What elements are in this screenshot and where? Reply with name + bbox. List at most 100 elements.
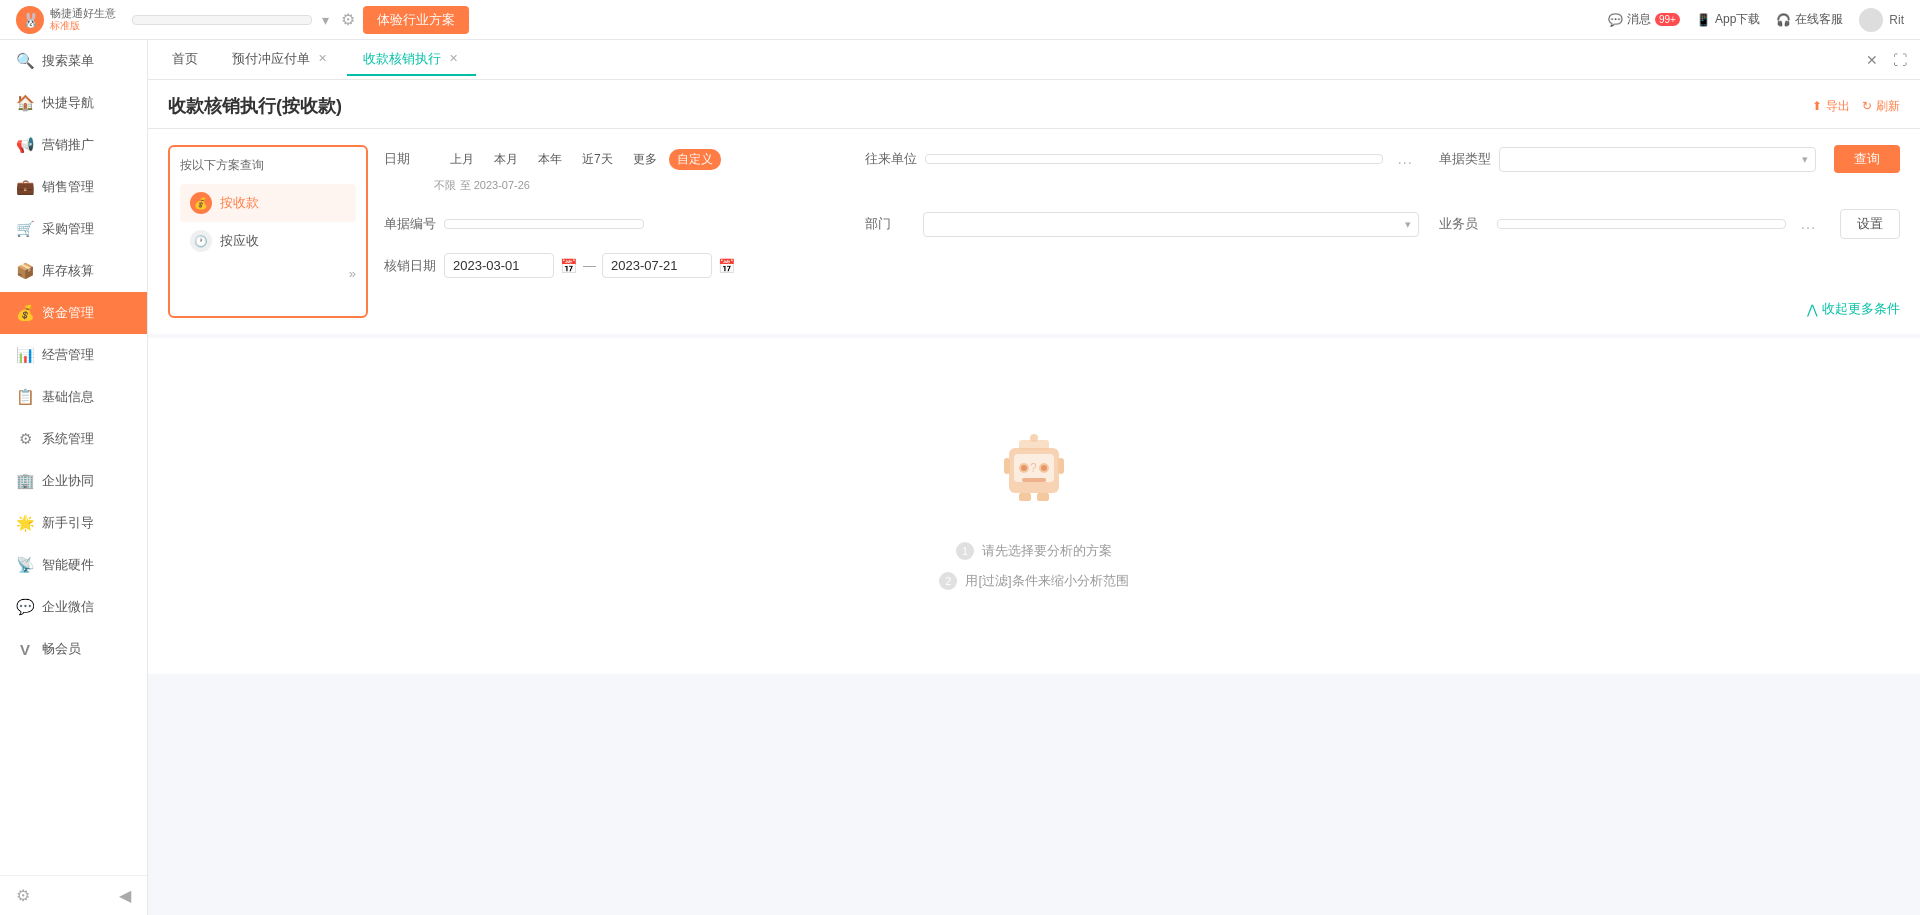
date-label: 日期 — [384, 150, 434, 168]
sidebar-item-quick-nav[interactable]: 🏠 快捷导航 — [0, 82, 147, 124]
filter-field-voucher-no: 单据编号 — [384, 215, 845, 233]
brand-name: 畅捷通好生意 标准版 — [50, 7, 116, 32]
tab-prepay-close-icon[interactable]: ✕ — [316, 51, 329, 66]
date-btn-last-month[interactable]: 上月 — [442, 149, 482, 170]
member-icon: V — [16, 641, 34, 658]
page-content: 收款核销执行(按收款) ⬆ 导出 ↻ 刷新 按以下方案查询 — [148, 80, 1920, 915]
headset-icon: 🎧 — [1776, 13, 1791, 27]
staff-input[interactable] — [1497, 219, 1786, 229]
top-bar-actions: 💬 消息 99+ 📱 App下载 🎧 在线客服 Rit — [1608, 8, 1904, 32]
sidebar-item-enterprise[interactable]: 🏢 企业协同 — [0, 460, 147, 502]
voucher-type-select[interactable] — [1499, 147, 1816, 172]
filter-row-3: 核销日期 📅 — 📅 — [384, 253, 1900, 278]
tab-bar: 首页 预付冲应付单 ✕ 收款核销执行 ✕ ✕ ⛶ — [148, 40, 1920, 80]
filter-row-1: 日期 上月 本月 本年 近7天 更多 自定义 — [384, 145, 1900, 173]
verify-date-start-input[interactable] — [444, 253, 554, 278]
sidebar-item-wechat[interactable]: 💬 企业微信 — [0, 586, 147, 628]
filter-field-dept: 部门 — [865, 212, 1419, 237]
sidebar-item-inventory[interactable]: 📦 库存核算 — [0, 250, 147, 292]
filter-right-panel: 日期 上月 本月 本年 近7天 更多 自定义 — [384, 145, 1900, 318]
voucher-no-label: 单据编号 — [384, 215, 436, 233]
main-layout: 🔍 搜索菜单 🏠 快捷导航 📢 营销推广 💼 销售管理 🛒 采购管理 📦 库存核… — [0, 40, 1920, 915]
collapse-up-icon: ⋀ — [1807, 302, 1818, 317]
query-button[interactable]: 查询 — [1834, 145, 1900, 173]
online-service-button[interactable]: 🎧 在线客服 — [1776, 11, 1843, 28]
sidebar-item-sales[interactable]: 💼 销售管理 — [0, 166, 147, 208]
wechat-icon: 💬 — [16, 598, 34, 616]
sidebar-item-beginner[interactable]: 🌟 新手引导 — [0, 502, 147, 544]
voucher-no-input[interactable] — [444, 219, 644, 229]
sidebar: 🔍 搜索菜单 🏠 快捷导航 📢 营销推广 💼 销售管理 🛒 采购管理 📦 库存核… — [0, 40, 148, 915]
date-end-value: 2023-07-26 — [474, 179, 530, 191]
date-to-label: 至 — [460, 179, 474, 191]
top-bar: 🐰 畅捷通好生意 标准版 ▾ ⚙ 体验行业方案 💬 消息 99+ 📱 App下载… — [0, 0, 1920, 40]
sidebar-item-marketing[interactable]: 📢 营销推广 — [0, 124, 147, 166]
tab-prepay[interactable]: 预付冲应付单 ✕ — [216, 44, 345, 76]
top-search-box[interactable] — [132, 15, 312, 25]
sidebar-item-business[interactable]: 📊 经营管理 — [0, 334, 147, 376]
sidebar-collapse-button[interactable]: ◀︎ — [119, 886, 131, 905]
empty-tip-2: 2 用[过滤]条件来缩小分析范围 — [939, 572, 1128, 590]
logo-icon: 🐰 — [16, 6, 44, 34]
sidebar-item-purchase[interactable]: 🛒 采购管理 — [0, 208, 147, 250]
sidebar-item-member[interactable]: V 畅会员 — [0, 628, 147, 670]
setting-button[interactable]: 设置 — [1840, 209, 1900, 239]
tip-number-2: 2 — [939, 572, 957, 590]
filter-option-by-receivable[interactable]: 🕐 按应收 — [180, 222, 356, 260]
inventory-icon: 📦 — [16, 262, 34, 280]
date-nolimit-text: 不限 至 2023-07-26 — [384, 177, 1900, 193]
svg-text:?: ? — [1030, 461, 1037, 475]
date-btn-custom[interactable]: 自定义 — [669, 149, 721, 170]
refresh-button[interactable]: ↻ 刷新 — [1862, 98, 1900, 115]
filter-option-by-receipt[interactable]: 💰 按收款 — [180, 184, 356, 222]
filter-panel-collapse-icon[interactable]: » — [349, 266, 356, 281]
sidebar-item-smart-hw[interactable]: 📡 智能硬件 — [0, 544, 147, 586]
verify-date-range: 📅 — 📅 — [444, 253, 735, 278]
calendar-start-icon[interactable]: 📅 — [560, 258, 577, 274]
message-button[interactable]: 💬 消息 99+ — [1608, 11, 1680, 28]
verify-date-label: 核销日期 — [384, 257, 436, 275]
dept-select[interactable] — [923, 212, 1419, 237]
sidebar-item-system[interactable]: ⚙ 系统管理 — [0, 418, 147, 460]
dept-label: 部门 — [865, 215, 915, 233]
staff-more-icon[interactable]: … — [1794, 213, 1822, 235]
app-download-button[interactable]: 📱 App下载 — [1696, 11, 1760, 28]
svg-rect-6 — [1022, 478, 1046, 482]
dropdown-arrow-icon[interactable]: ▾ — [322, 12, 329, 28]
filter-field-date: 日期 上月 本月 本年 近7天 更多 自定义 — [384, 149, 845, 170]
tab-close-all-icon[interactable]: ✕ — [1860, 48, 1884, 72]
date-btn-7days[interactable]: 近7天 — [574, 149, 621, 170]
collapse-more-button[interactable]: ⋀ 收起更多条件 — [1807, 300, 1900, 318]
filter-field-staff: 业务员 … 设置 — [1439, 209, 1900, 239]
phone-icon: 📱 — [1696, 13, 1711, 27]
filter-row-2: 单据编号 部门 — [384, 209, 1900, 239]
marketing-icon: 📢 — [16, 136, 34, 154]
calendar-end-icon[interactable]: 📅 — [718, 258, 735, 274]
export-button[interactable]: ⬆ 导出 — [1812, 98, 1850, 115]
system-icon: ⚙ — [16, 430, 34, 448]
sidebar-item-basic-info[interactable]: 📋 基础信息 — [0, 376, 147, 418]
filter-field-verify-date: 核销日期 📅 — 📅 — [384, 253, 1900, 278]
date-btn-more[interactable]: 更多 — [625, 149, 665, 170]
date-btn-this-year[interactable]: 本年 — [530, 149, 570, 170]
settings-bottom-icon[interactable]: ⚙ — [16, 886, 30, 905]
counterpart-input[interactable] — [925, 154, 1383, 164]
user-area[interactable]: Rit — [1859, 8, 1904, 32]
message-icon: 💬 — [1608, 13, 1623, 27]
sidebar-item-finance[interactable]: 💰 资金管理 — [0, 292, 147, 334]
filter-left-title: 按以下方案查询 — [180, 157, 356, 174]
smart-hw-icon: 📡 — [16, 556, 34, 574]
basic-info-icon: 📋 — [16, 388, 34, 406]
counterpart-more-icon[interactable]: … — [1391, 148, 1419, 170]
empty-illustration: ? — [984, 418, 1084, 518]
settings-gear-icon[interactable]: ⚙ — [341, 10, 355, 29]
date-btn-this-month[interactable]: 本月 — [486, 149, 526, 170]
industry-solution-button[interactable]: 体验行业方案 — [363, 6, 469, 34]
tab-receipt-verify[interactable]: 收款核销执行 ✕ — [347, 44, 476, 76]
tab-receipt-verify-close-icon[interactable]: ✕ — [447, 51, 460, 66]
tab-expand-icon[interactable]: ⛶ — [1888, 48, 1912, 72]
verify-date-end-input[interactable] — [602, 253, 712, 278]
tab-home[interactable]: 首页 — [156, 44, 214, 76]
refresh-icon: ↻ — [1862, 99, 1872, 113]
sidebar-item-search-menu[interactable]: 🔍 搜索菜单 — [0, 40, 147, 82]
